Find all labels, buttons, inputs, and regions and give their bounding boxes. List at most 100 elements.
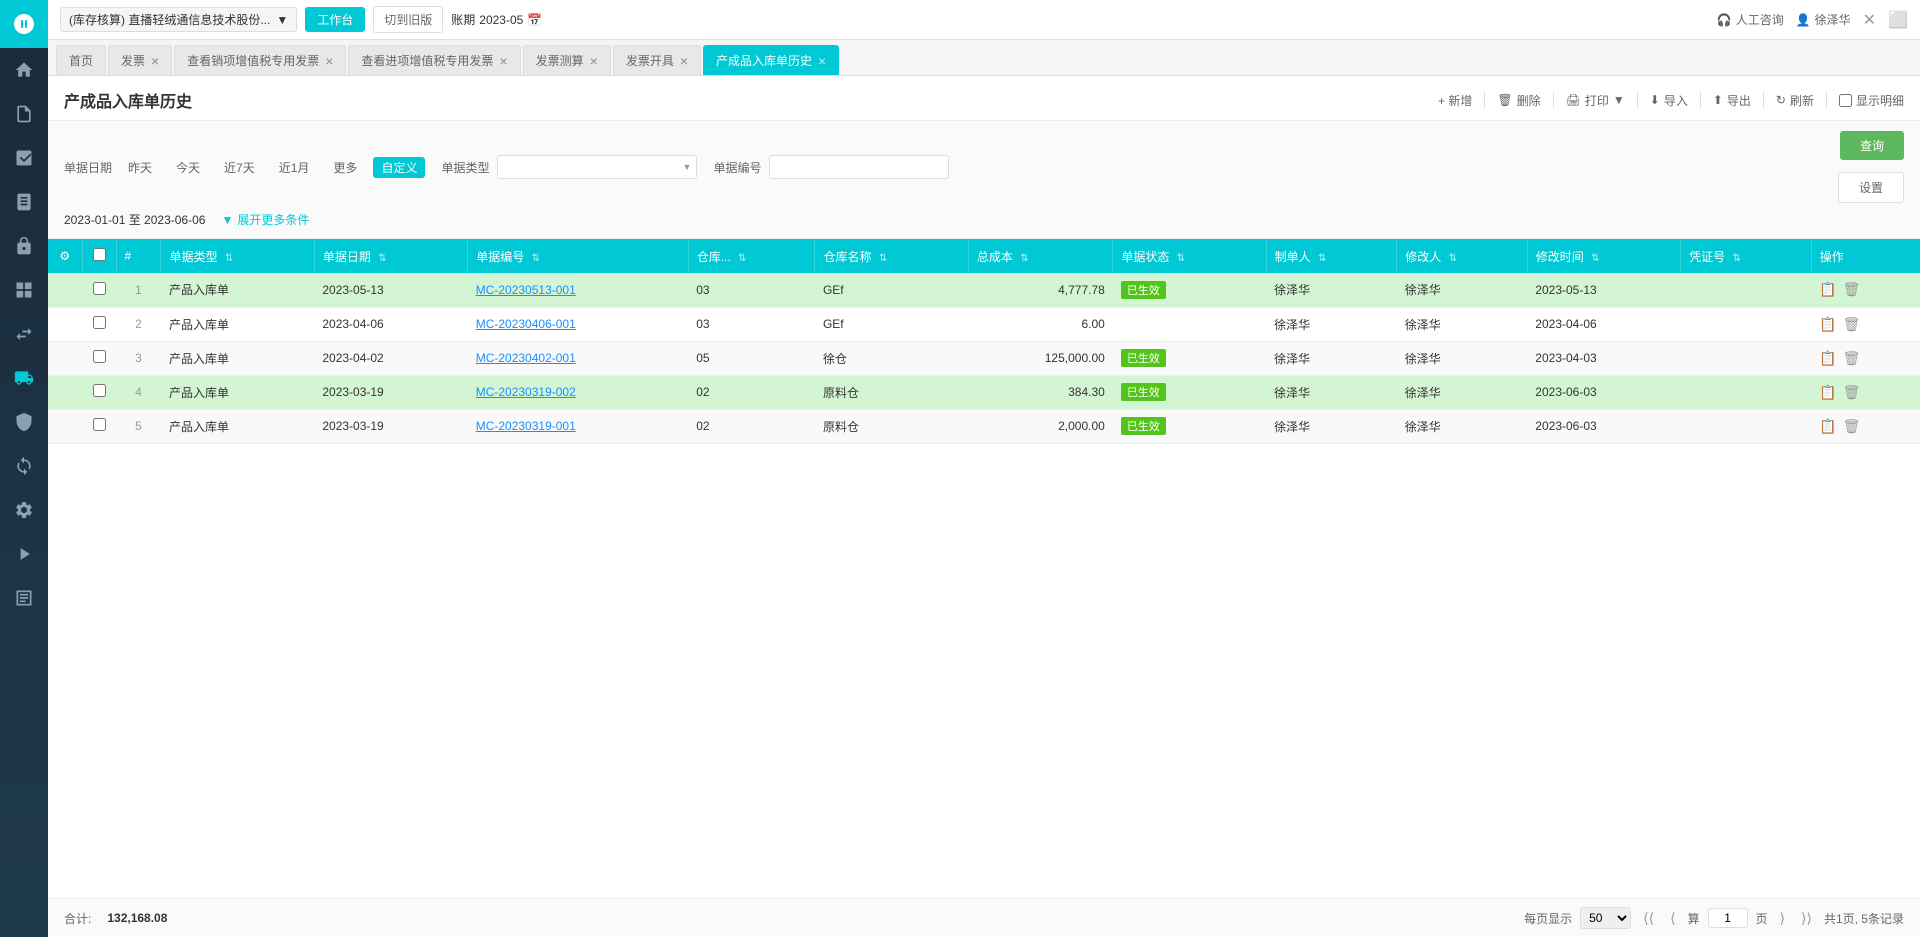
per-page-select[interactable]: 50 100 <box>1580 907 1631 929</box>
row-checkbox[interactable] <box>82 307 116 341</box>
sidebar-item-play[interactable] <box>0 532 48 576</box>
print-button[interactable]: 🖨 打印 ▼ <box>1566 92 1625 109</box>
query-button[interactable]: 查询 <box>1840 131 1904 160</box>
th-settings[interactable]: ⚙ <box>48 239 82 273</box>
row-settings[interactable] <box>48 375 82 409</box>
select-all-checkbox[interactable] <box>93 248 106 261</box>
sidebar-item-cycle[interactable] <box>0 444 48 488</box>
export-button[interactable]: ⬆ 导出 <box>1713 92 1751 109</box>
switch-old-version-button[interactable]: 切到旧版 <box>373 6 443 33</box>
row-delete-icon[interactable]: 🗑 <box>1843 350 1861 367</box>
show-detail-input[interactable] <box>1839 94 1852 107</box>
tab-invoice-open-close[interactable]: × <box>680 54 688 68</box>
th-modifier[interactable]: 修改人 ⇅ <box>1397 239 1528 273</box>
sidebar-item-warehouse[interactable] <box>0 356 48 400</box>
tab-purchase-vat-close[interactable]: × <box>499 54 507 68</box>
th-creator[interactable]: 制单人 ⇅ <box>1266 239 1397 273</box>
row-settings[interactable] <box>48 273 82 307</box>
row-checkbox[interactable] <box>82 341 116 375</box>
th-voucher-no[interactable]: 凭证号 ⇅ <box>1681 239 1812 273</box>
row-edit-icon[interactable]: 📋 <box>1819 350 1836 367</box>
delete-button[interactable]: 🗑 删除 <box>1497 92 1540 109</box>
window-maximize-button[interactable]: ⬜ <box>1888 10 1908 30</box>
row-select-checkbox[interactable] <box>93 350 106 363</box>
new-button[interactable]: + 新增 <box>1438 92 1472 109</box>
th-checkbox[interactable] <box>82 239 116 273</box>
th-doc-status[interactable]: 单据状态 ⇅ <box>1113 239 1266 273</box>
show-detail-checkbox[interactable]: 显示明细 <box>1839 92 1904 109</box>
expand-filter-btn[interactable]: ▼ 展开更多条件 <box>221 211 309 228</box>
row-settings[interactable] <box>48 409 82 443</box>
sidebar-item-lock[interactable] <box>0 224 48 268</box>
row-edit-icon[interactable]: 📋 <box>1819 281 1836 298</box>
page-number-input[interactable] <box>1708 908 1748 928</box>
window-close-button[interactable]: ✕ <box>1863 10 1876 30</box>
sidebar-item-version[interactable] <box>0 576 48 620</box>
doc-no-input[interactable] <box>769 155 949 179</box>
tab-home[interactable]: 首页 <box>56 45 106 75</box>
row-delete-icon[interactable]: 🗑 <box>1843 316 1861 333</box>
row-settings[interactable] <box>48 341 82 375</box>
sidebar-item-book[interactable] <box>0 180 48 224</box>
refresh-button[interactable]: ↻ 刷新 <box>1776 92 1814 109</box>
sidebar-item-chart[interactable] <box>0 136 48 180</box>
row-doc-no[interactable]: MC-20230513-001 <box>468 273 689 307</box>
row-edit-icon[interactable]: 📋 <box>1819 418 1836 435</box>
date-more-btn[interactable]: 更多 <box>325 157 365 178</box>
tab-sales-vat-close[interactable]: × <box>325 54 333 68</box>
tab-invoice-calc[interactable]: 发票测算 × <box>523 45 611 75</box>
sidebar-item-home[interactable] <box>0 48 48 92</box>
date-7days-btn[interactable]: 近7天 <box>216 157 263 178</box>
th-modify-time[interactable]: 修改时间 ⇅ <box>1527 239 1680 273</box>
row-select-checkbox[interactable] <box>93 316 106 329</box>
sidebar-item-settings[interactable] <box>0 488 48 532</box>
tab-invoice-open[interactable]: 发票开具 × <box>613 45 701 75</box>
row-checkbox[interactable] <box>82 375 116 409</box>
next-page-button[interactable]: ⟩ <box>1776 908 1789 929</box>
app-selector[interactable]: (库存核算) 直播轻绒通信息技术股份... ▼ <box>60 7 297 32</box>
first-page-button[interactable]: ⟨⟨ <box>1639 908 1658 929</box>
import-button[interactable]: ⬇ 导入 <box>1650 92 1688 109</box>
date-custom-btn[interactable]: 自定义 <box>373 157 425 178</box>
workspace-button[interactable]: 工作台 <box>305 7 365 32</box>
tab-product-history-close[interactable]: × <box>818 54 826 68</box>
th-warehouse-name[interactable]: 仓库名称 ⇅ <box>815 239 968 273</box>
date-today-btn[interactable]: 今天 <box>168 157 208 178</box>
tab-sales-vat[interactable]: 查看销项增值税专用发票 × <box>174 45 346 75</box>
row-select-checkbox[interactable] <box>93 418 106 431</box>
row-doc-no[interactable]: MC-20230319-002 <box>468 375 689 409</box>
tab-purchase-vat[interactable]: 查看进项增值税专用发票 × <box>348 45 520 75</box>
row-edit-icon[interactable]: 📋 <box>1819 316 1836 333</box>
user-menu[interactable]: 👤 徐泽华 <box>1796 11 1851 28</box>
support-link[interactable]: 🎧 人工咨询 <box>1717 11 1784 28</box>
sidebar-item-grid[interactable] <box>0 268 48 312</box>
doc-type-select[interactable] <box>497 155 697 179</box>
row-delete-icon[interactable]: 🗑 <box>1843 281 1861 298</box>
tab-invoice-calc-close[interactable]: × <box>590 54 598 68</box>
row-doc-no[interactable]: MC-20230319-001 <box>468 409 689 443</box>
row-edit-icon[interactable]: 📋 <box>1819 384 1836 401</box>
row-delete-icon[interactable]: 🗑 <box>1843 384 1861 401</box>
th-doc-type[interactable]: 单据类型 ⇅ <box>161 239 314 273</box>
row-doc-no[interactable]: MC-20230406-001 <box>468 307 689 341</box>
date-1month-btn[interactable]: 近1月 <box>271 157 318 178</box>
sidebar-item-stamp[interactable] <box>0 400 48 444</box>
prev-page-button[interactable]: ⟨ <box>1666 908 1679 929</box>
last-page-button[interactable]: ⟩⟩ <box>1797 908 1816 929</box>
row-select-checkbox[interactable] <box>93 384 106 397</box>
th-warehouse-code[interactable]: 仓库... ⇅ <box>688 239 815 273</box>
row-checkbox[interactable] <box>82 273 116 307</box>
tab-product-history[interactable]: 产成品入库单历史 × <box>703 45 839 75</box>
reset-button[interactable]: 设置 <box>1838 172 1904 203</box>
sidebar-item-transfer[interactable] <box>0 312 48 356</box>
row-doc-no[interactable]: MC-20230402-001 <box>468 341 689 375</box>
row-select-checkbox[interactable] <box>93 282 106 295</box>
th-doc-date[interactable]: 单据日期 ⇅ <box>314 239 467 273</box>
period-selector[interactable]: 账期 2023-05 📅 <box>451 11 542 28</box>
th-doc-no[interactable]: 单据编号 ⇅ <box>468 239 689 273</box>
row-delete-icon[interactable]: 🗑 <box>1843 418 1861 435</box>
tab-invoice[interactable]: 发票 × <box>108 45 172 75</box>
date-yesterday-btn[interactable]: 昨天 <box>120 157 160 178</box>
th-total-cost[interactable]: 总成本 ⇅ <box>968 239 1112 273</box>
tab-invoice-close[interactable]: × <box>151 54 159 68</box>
